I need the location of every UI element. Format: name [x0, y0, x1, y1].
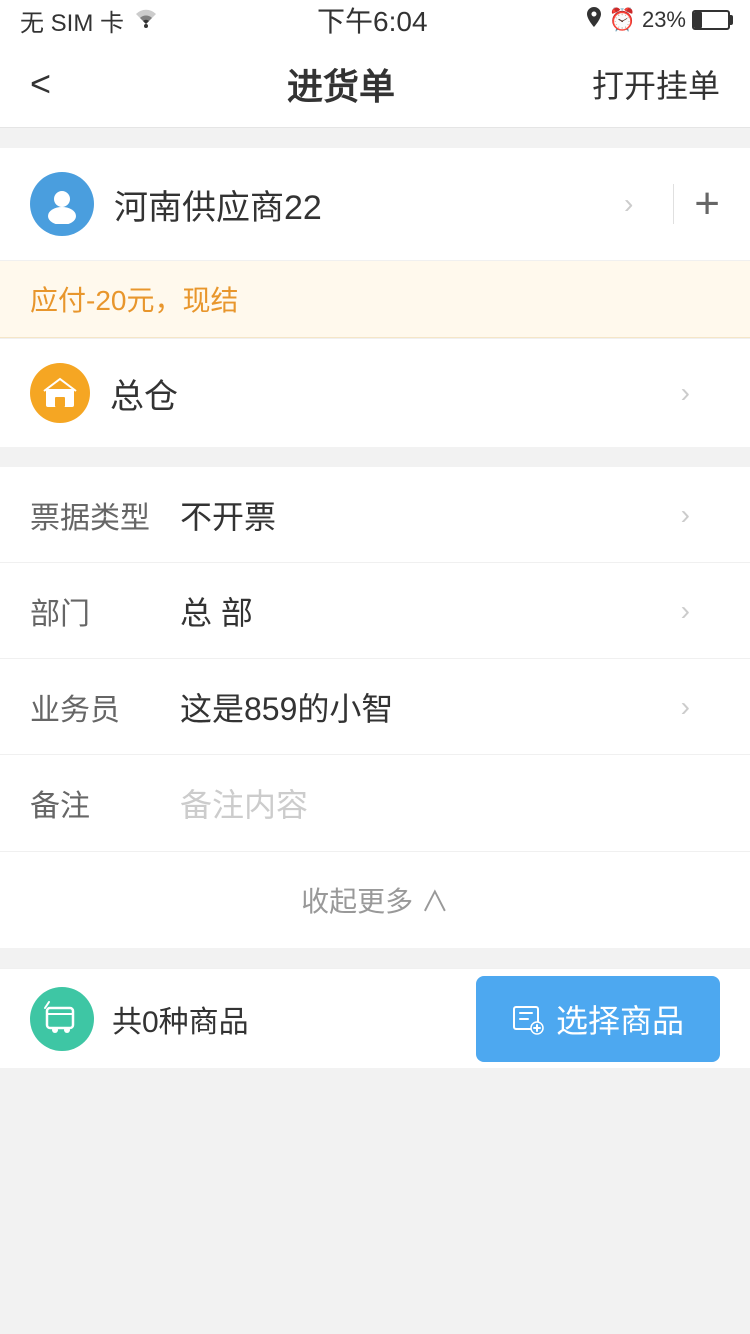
section-divider-1 — [0, 128, 750, 148]
add-supplier-button[interactable]: + — [694, 182, 720, 226]
carrier-label: 无 SIM 卡 — [20, 3, 124, 38]
salesperson-row[interactable]: 业务员 这是859的小智 › — [0, 659, 750, 755]
status-bar: 无 SIM 卡 下午6:04 ⏰ 23% — [0, 0, 750, 40]
invoice-type-chevron-icon: › — [681, 499, 690, 531]
invoice-type-row[interactable]: 票据类型 不开票 › — [0, 467, 750, 563]
vertical-divider — [673, 184, 674, 224]
select-product-button[interactable]: 选择商品 — [476, 976, 720, 1062]
warehouse-chevron-icon: › — [681, 377, 690, 409]
invoice-type-label: 票据类型 — [30, 493, 160, 537]
battery-percent: 23% — [642, 7, 686, 33]
supplier-row[interactable]: 河南供应商22 › + — [0, 148, 750, 261]
battery-icon — [692, 10, 730, 30]
notice-bar: 应付-20元，现结 — [0, 261, 750, 338]
supplier-avatar — [30, 172, 94, 236]
supplier-chevron-icon: › — [624, 188, 633, 220]
salesperson-chevron-icon: › — [681, 691, 690, 723]
nav-bar: < 进货单 打开挂单 — [0, 40, 750, 128]
status-time: 下午6:04 — [317, 0, 428, 40]
page-title: 进货单 — [287, 58, 395, 110]
status-left: 无 SIM 卡 — [20, 3, 160, 38]
warehouse-row[interactable]: 总仓 › — [0, 338, 750, 447]
select-product-icon — [512, 1003, 544, 1035]
open-pending-button[interactable]: 打开挂单 — [592, 61, 720, 107]
select-product-label: 选择商品 — [556, 996, 684, 1042]
warehouse-name: 总仓 — [110, 369, 681, 418]
cart-icon-circle — [30, 987, 94, 1051]
product-count-wrap: 共0种商品 — [30, 987, 249, 1051]
department-row[interactable]: 部门 总 部 › — [0, 563, 750, 659]
bottom-bar: 共0种商品 选择商品 — [0, 968, 750, 1068]
alarm-icon: ⏰ — [609, 7, 636, 33]
remark-row[interactable]: 备注 备注内容 — [0, 755, 750, 851]
back-button[interactable]: < — [30, 63, 90, 105]
supplier-name: 河南供应商22 — [114, 180, 624, 229]
invoice-type-value: 不开票 — [160, 492, 681, 538]
department-value: 总 部 — [160, 588, 681, 634]
remark-label: 备注 — [30, 781, 160, 825]
wifi-icon — [132, 6, 160, 35]
product-count-text: 共0种商品 — [112, 997, 249, 1041]
remark-input[interactable]: 备注内容 — [160, 780, 720, 826]
department-label: 部门 — [30, 589, 160, 633]
department-chevron-icon: › — [681, 595, 690, 627]
supplier-section: 河南供应商22 › + 应付-20元，现结 总仓 › — [0, 148, 750, 447]
form-section: 票据类型 不开票 › 部门 总 部 › 业务员 这是859的小智 › 备注 备注… — [0, 467, 750, 851]
salesperson-value: 这是859的小智 — [160, 684, 681, 730]
location-icon — [585, 7, 603, 33]
status-right: ⏰ 23% — [585, 7, 730, 33]
salesperson-label: 业务员 — [30, 685, 160, 729]
warehouse-icon — [30, 363, 90, 423]
collapse-button[interactable]: 收起更多 ∧ — [0, 851, 750, 948]
